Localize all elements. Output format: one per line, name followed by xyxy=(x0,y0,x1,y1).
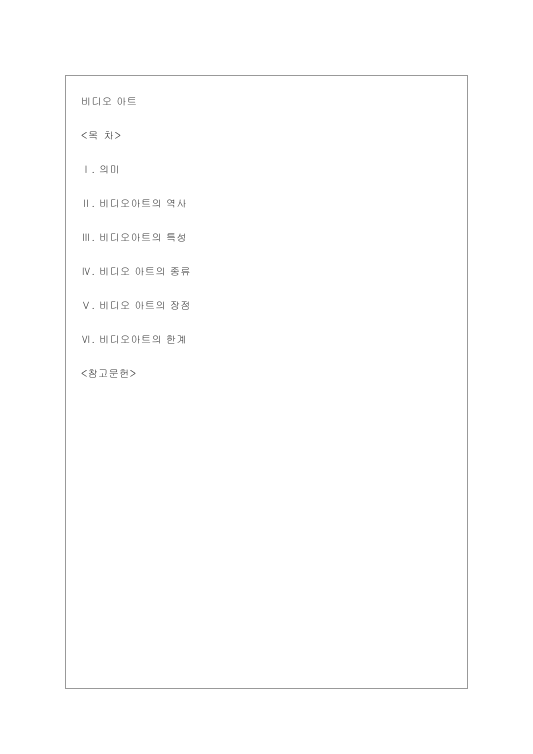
toc-item-3: Ⅲ. 비디오아트의 특성 xyxy=(81,230,452,244)
toc-item-2: Ⅱ. 비디오아트의 역사 xyxy=(81,196,452,210)
toc-item-5: Ⅴ. 비디오 아트의 장점 xyxy=(81,298,452,312)
toc-item-6: Ⅵ. 비디오아트의 한계 xyxy=(81,332,452,346)
toc-heading: <목 차> xyxy=(81,128,452,142)
toc-item-4: Ⅳ. 비디오 아트의 종류 xyxy=(81,264,452,278)
references-heading: <참고문헌> xyxy=(81,366,452,380)
toc-item-1: Ⅰ. 의미 xyxy=(81,162,452,176)
document-page: 비디오 아트 <목 차> Ⅰ. 의미 Ⅱ. 비디오아트의 역사 Ⅲ. 비디오아트… xyxy=(65,75,468,689)
document-title: 비디오 아트 xyxy=(81,94,452,108)
